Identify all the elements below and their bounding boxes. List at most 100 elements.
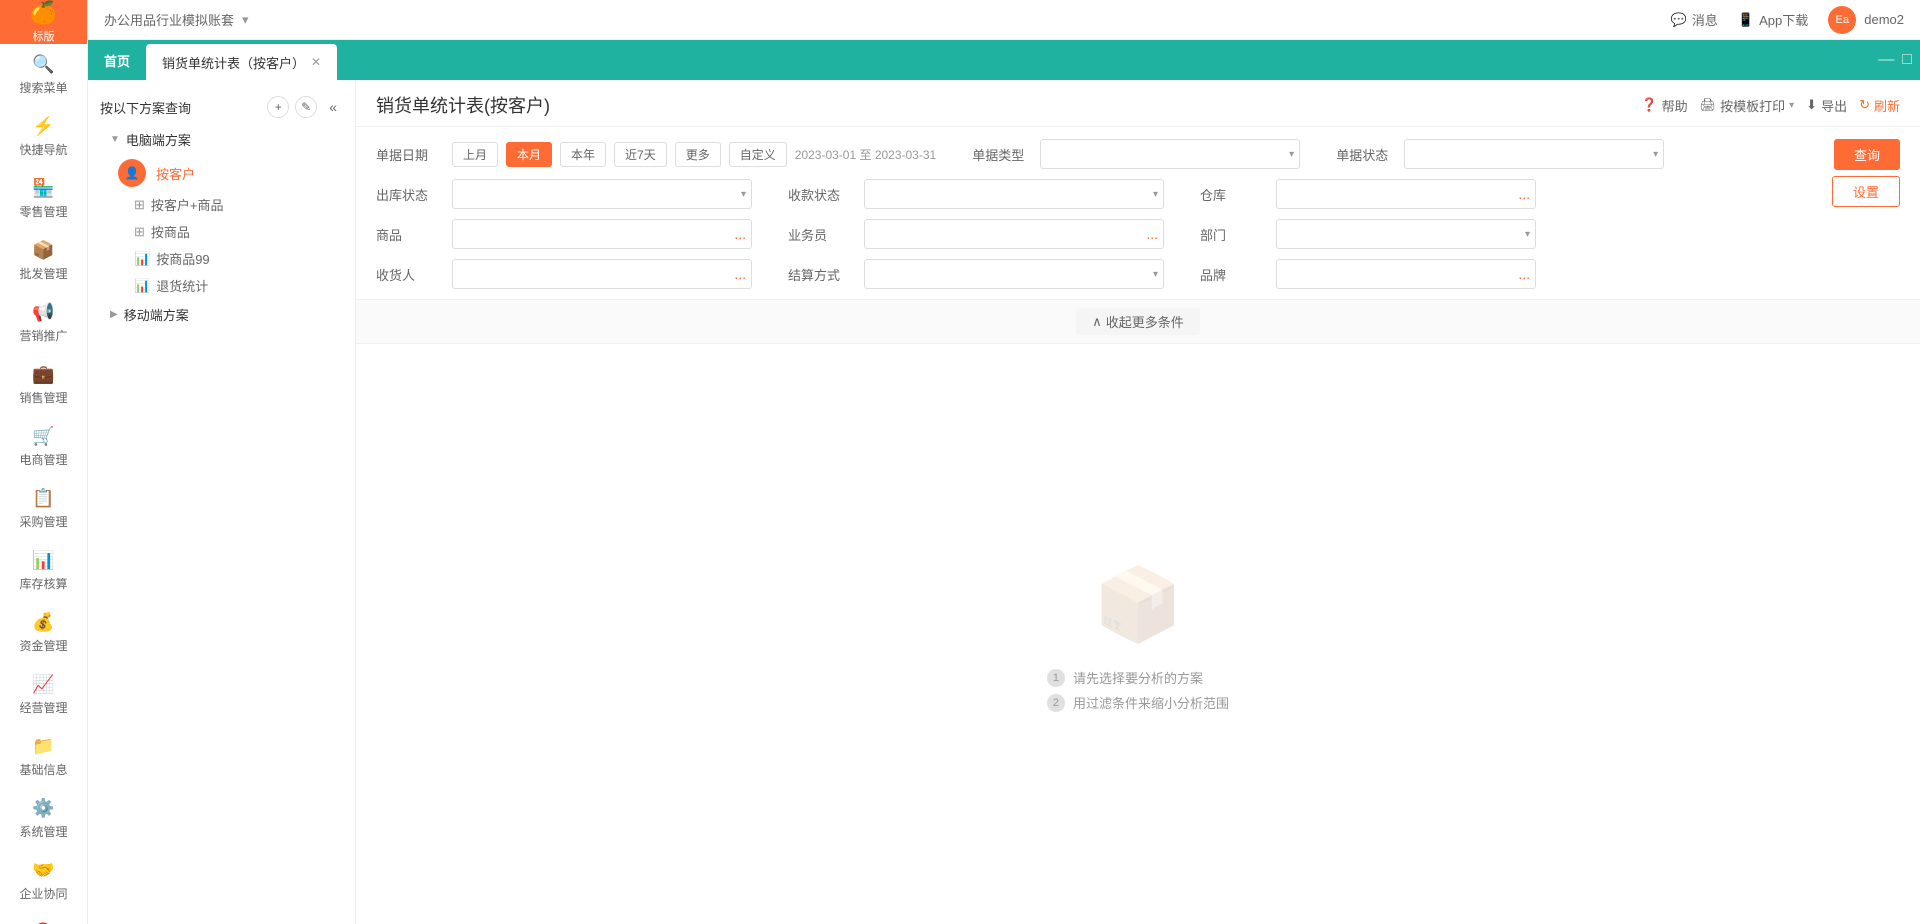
sidebar-item-label: 零售管理 bbox=[19, 203, 67, 220]
department-label: 部门 bbox=[1200, 225, 1260, 244]
sidebar-item-search-menu[interactable]: 🔍 搜索菜单 bbox=[0, 44, 88, 106]
left-panel-title: 按以下方案查询 bbox=[100, 98, 191, 117]
product-input[interactable] bbox=[452, 219, 752, 249]
receiver-input[interactable] bbox=[452, 259, 752, 289]
salesperson-input-wrap: ... bbox=[864, 219, 1164, 249]
retail-mgmt-icon: 🏪 bbox=[32, 178, 54, 199]
salesperson-label: 业务员 bbox=[788, 225, 848, 244]
user-menu-btn[interactable]: Ea demo2 bbox=[1828, 6, 1904, 34]
receiver-input-wrap: ... bbox=[452, 259, 752, 289]
sidebar-item-sys-mgmt[interactable]: ⚙️ 系统管理 bbox=[0, 788, 88, 850]
sidebar-item-business-mgmt[interactable]: 📈 经营管理 bbox=[0, 664, 88, 726]
sidebar-item-label: 基础信息 bbox=[19, 761, 67, 778]
salesperson-input[interactable] bbox=[864, 219, 1164, 249]
sidebar-item-purchase-mgmt[interactable]: 📋 采购管理 bbox=[0, 478, 88, 540]
tree-node-label: 退货统计 bbox=[156, 276, 208, 295]
tree-node-by-customer[interactable]: 👤 按客户 bbox=[98, 155, 355, 191]
payment-status-select[interactable] bbox=[864, 179, 1164, 209]
tab-close-btn[interactable]: ✕ bbox=[311, 55, 321, 69]
date-btn-custom[interactable]: 自定义 bbox=[729, 142, 787, 167]
date-btn-this-year[interactable]: 本年 bbox=[560, 142, 606, 167]
collapse-more-btn[interactable]: ∧ 收起更多条件 bbox=[1076, 308, 1200, 335]
export-btn[interactable]: ⬇ 导出 bbox=[1806, 96, 1847, 115]
tab-maximize-btn[interactable]: □ bbox=[1902, 51, 1912, 69]
sidebar-item-retail-mgmt[interactable]: 🏪 零售管理 bbox=[0, 168, 88, 230]
filter-date-group: 上月 本月 本年 近7天 更多 自定义 2023-03-01 至 2023-03… bbox=[452, 142, 936, 167]
department-select[interactable] bbox=[1276, 219, 1536, 249]
search-menu-icon: 🔍 bbox=[32, 54, 54, 75]
tree-node-by-customer-product[interactable]: ⊞ 按客户+商品 bbox=[98, 191, 355, 218]
doc-status-select-wrap: ▾ bbox=[1404, 139, 1664, 169]
brand-dots-btn[interactable]: ... bbox=[1518, 266, 1530, 282]
sidebar-item-finance-mgmt[interactable]: 💰 资金管理 bbox=[0, 602, 88, 664]
tab-home[interactable]: 首页 bbox=[88, 40, 146, 80]
query-button[interactable]: 查询 bbox=[1834, 139, 1900, 170]
tree-node-label: 按商品 bbox=[151, 222, 190, 241]
wholesale-mgmt-icon: 📦 bbox=[32, 240, 54, 261]
tree-node-by-product[interactable]: ⊞ 按商品 bbox=[98, 218, 355, 245]
empty-state-icon: 📦 bbox=[1093, 556, 1183, 648]
sidebar-item-enterprise-coop[interactable]: 🤝 企业协同 bbox=[0, 850, 88, 912]
tree-group-desktop-header[interactable]: ▼ 电脑端方案 bbox=[98, 124, 355, 155]
warehouse-dots-btn[interactable]: ... bbox=[1518, 186, 1530, 202]
receiver-dots-btn[interactable]: ... bbox=[734, 266, 746, 282]
settlement-select-wrap: ▾ bbox=[864, 259, 1164, 289]
sidebar-item-quick-nav[interactable]: ⚡ 快捷导航 bbox=[0, 106, 88, 168]
sidebar-item-basic-info[interactable]: 📁 基础信息 bbox=[0, 726, 88, 788]
out-status-select[interactable] bbox=[452, 179, 752, 209]
salesperson-dots-btn[interactable]: ... bbox=[1146, 226, 1158, 242]
top-header: 办公用品行业模拟账套 ▾ 💬 消息 📱 App下载 Ea demo2 bbox=[88, 0, 1920, 40]
add-scheme-btn[interactable]: + bbox=[267, 96, 289, 118]
edit-scheme-btn[interactable]: ✎ bbox=[295, 96, 317, 118]
sidebar-item-ecommerce-mgmt[interactable]: 🛒 电商管理 bbox=[0, 416, 88, 478]
doc-status-select[interactable] bbox=[1404, 139, 1664, 169]
warehouse-input-wrap: ... bbox=[1276, 179, 1536, 209]
brand-input[interactable] bbox=[1276, 259, 1536, 289]
sidebar-item-label: 批发管理 bbox=[19, 265, 67, 282]
date-btn-last-7-days[interactable]: 近7天 bbox=[614, 142, 667, 167]
sidebar-item-label: 电商管理 bbox=[19, 451, 67, 468]
settlement-select[interactable] bbox=[864, 259, 1164, 289]
settings-button[interactable]: 设置 bbox=[1832, 176, 1900, 207]
template-print-dropdown-arrow: ▾ bbox=[1789, 100, 1794, 111]
message-btn[interactable]: 💬 消息 bbox=[1671, 10, 1718, 29]
sidebar-item-inventory[interactable]: 📊 库存核算 bbox=[0, 540, 88, 602]
empty-step-2-text: 用过滤条件来缩小分析范围 bbox=[1073, 693, 1229, 712]
warehouse-input[interactable] bbox=[1276, 179, 1536, 209]
help-btn[interactable]: ❓ 帮助 bbox=[1641, 96, 1687, 115]
tab-sales-stat[interactable]: 销货单统计表（按客户） ✕ bbox=[146, 44, 337, 80]
export-icon: ⬇ bbox=[1806, 97, 1817, 113]
settlement-label: 结算方式 bbox=[788, 265, 848, 284]
sidebar-logo: 🍊 标版 bbox=[0, 0, 88, 44]
step-2-num: 2 bbox=[1047, 694, 1065, 712]
finance-mgmt-icon: 💰 bbox=[32, 612, 54, 633]
active-indicator: 👤 bbox=[118, 159, 146, 187]
app-download-btn[interactable]: 📱 App下载 bbox=[1738, 10, 1808, 29]
dropdown-arrow-header[interactable]: ▾ bbox=[242, 12, 249, 28]
sidebar-item-wholesale-mgmt[interactable]: 📦 批发管理 bbox=[0, 230, 88, 292]
date-btn-this-month[interactable]: 本月 bbox=[506, 142, 552, 167]
tree-node-return-stats[interactable]: 📊 退货统计 bbox=[98, 272, 355, 299]
filter-row-3: 商品 ... 业务员 ... 部门 ▾ bbox=[376, 219, 1812, 249]
tab-minimize-btn[interactable]: — bbox=[1878, 51, 1894, 69]
sidebar-item-marketing[interactable]: 📢 营销推广 bbox=[0, 292, 88, 354]
sales-mgmt-icon: 💼 bbox=[32, 364, 54, 385]
tree-node-by-product-99[interactable]: 📊 按商品99 bbox=[98, 245, 355, 272]
empty-step-1: 1 请先选择要分析的方案 bbox=[1047, 668, 1229, 687]
date-btn-last-month[interactable]: 上月 bbox=[452, 142, 498, 167]
template-print-btn[interactable]: 🖨 按模板打印 ▾ bbox=[1700, 96, 1795, 115]
left-panel-header: 按以下方案查询 + ✎ « bbox=[88, 90, 355, 124]
sidebar-item-new-guide[interactable]: 🎯 新手引导 bbox=[0, 912, 88, 924]
refresh-btn[interactable]: ↻ 刷新 bbox=[1859, 96, 1900, 115]
tree-group-mobile-header[interactable]: ▶ 移动端方案 bbox=[98, 299, 355, 330]
out-status-label: 出库状态 bbox=[376, 185, 436, 204]
marketing-icon: 📢 bbox=[32, 302, 54, 323]
tab-home-label: 首页 bbox=[104, 51, 130, 70]
doc-type-select[interactable] bbox=[1040, 139, 1300, 169]
collapse-panel-btn[interactable]: « bbox=[323, 97, 343, 117]
date-btn-more[interactable]: 更多 bbox=[675, 142, 721, 167]
sidebar-item-label: 搜索菜单 bbox=[19, 79, 67, 96]
receiver-label: 收货人 bbox=[376, 265, 436, 284]
product-dots-btn[interactable]: ... bbox=[734, 226, 746, 242]
sidebar-item-sales-mgmt[interactable]: 💼 销售管理 bbox=[0, 354, 88, 416]
